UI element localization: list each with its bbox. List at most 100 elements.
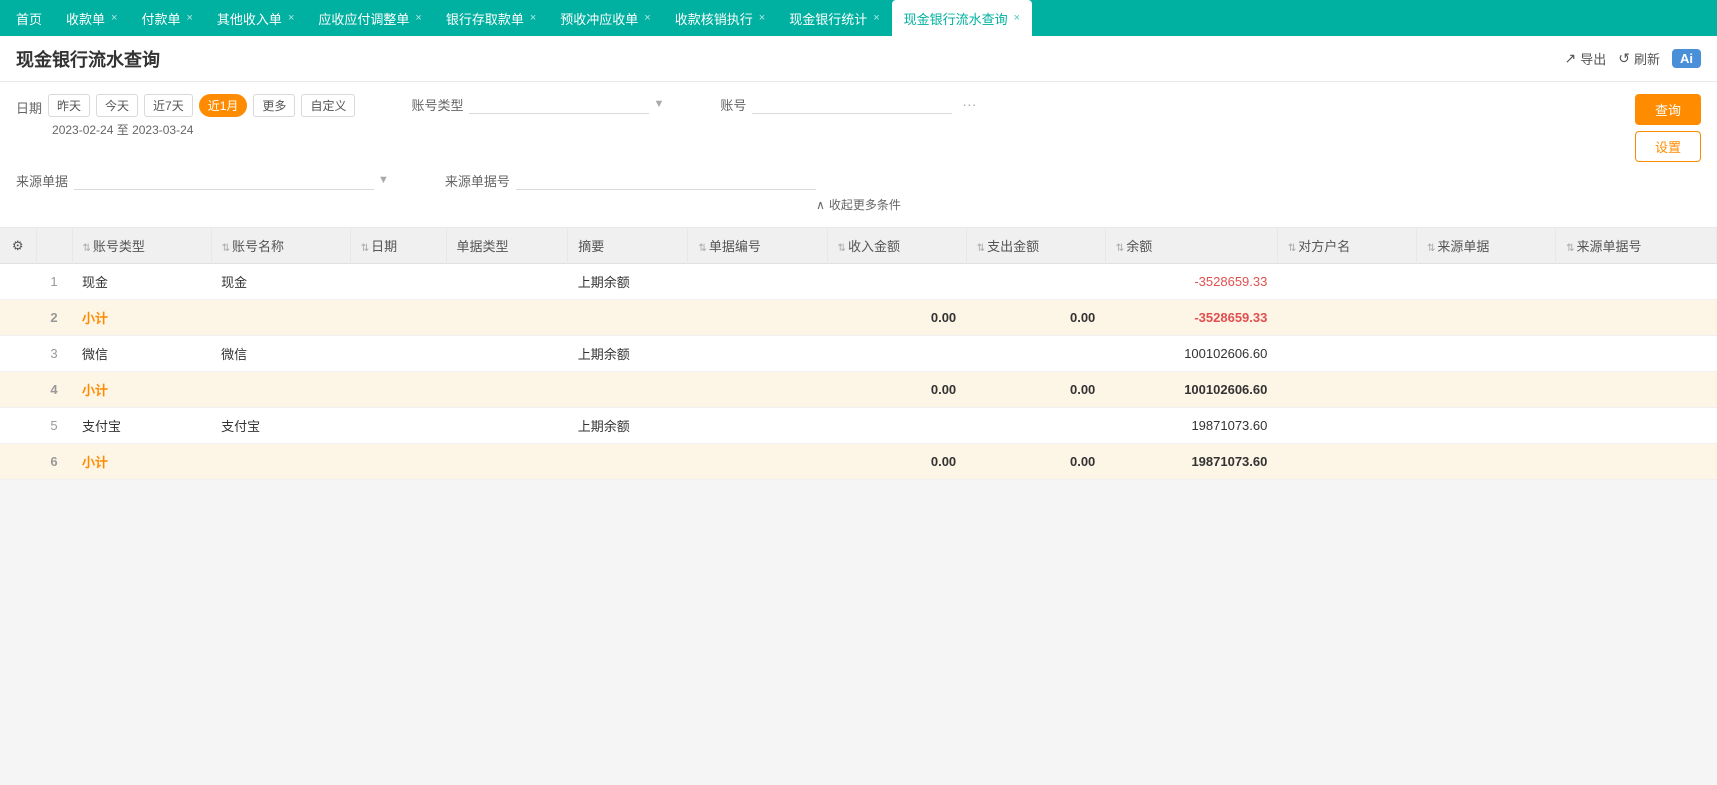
data-table: ⚙ ⇅账号类型 ⇅账号名称 ⇅日期 单据类型 摘要 ⇅单据编号 ⇅收入金额 ⇅支… — [0, 228, 1717, 480]
date-custom[interactable]: 自定义 — [301, 94, 355, 117]
close-receipt-icon[interactable]: × — [111, 12, 117, 24]
nav-cash-stats[interactable]: 现金银行统计 × — [777, 0, 891, 36]
col-counterparty[interactable]: ⇅对方户名 — [1277, 228, 1416, 264]
row-income-0 — [827, 264, 966, 300]
account-type-chevron-icon: ▼ — [653, 98, 664, 110]
row-income-3: 0.00 — [827, 372, 966, 408]
row-expense-4 — [966, 408, 1105, 444]
row-expense-2 — [966, 336, 1105, 372]
row-source-doc-4 — [1416, 408, 1555, 444]
row-seq-3: 4 — [36, 372, 72, 408]
refresh-icon: ↺ — [1618, 50, 1630, 67]
row-balance-3: 100102606.60 — [1105, 372, 1277, 408]
refresh-button[interactable]: ↺ 刷新 — [1618, 49, 1660, 68]
col-gear[interactable]: ⚙ — [0, 228, 36, 264]
date-7days[interactable]: 近7天 — [144, 94, 193, 117]
close-bank-deposit-icon[interactable]: × — [530, 12, 536, 24]
table-header-row: ⚙ ⇅账号类型 ⇅账号名称 ⇅日期 单据类型 摘要 ⇅单据编号 ⇅收入金额 ⇅支… — [0, 228, 1717, 264]
col-account-name[interactable]: ⇅账号名称 — [211, 228, 350, 264]
account-input[interactable] — [752, 94, 952, 114]
row-source-doc-no-5 — [1556, 444, 1717, 480]
row-account-name-0: 现金 — [211, 264, 350, 300]
col-expense[interactable]: ⇅支出金额 — [966, 228, 1105, 264]
row-summary-4: 上期余额 — [568, 408, 688, 444]
col-date[interactable]: ⇅日期 — [350, 228, 446, 264]
row-source-doc-0 — [1416, 264, 1555, 300]
row-doc-type-3 — [446, 372, 568, 408]
account-type-label: 账号类型 — [411, 95, 463, 114]
row-source-doc-2 — [1416, 336, 1555, 372]
col-account-type[interactable]: ⇅账号类型 — [72, 228, 211, 264]
date-today[interactable]: 今天 — [96, 94, 138, 117]
source-doc-select-wrapper: ▼ — [74, 170, 389, 190]
nav-receipt[interactable]: 收款单 × — [54, 0, 129, 36]
row-expense-5: 0.00 — [966, 444, 1105, 480]
col-doc-no[interactable]: ⇅单据编号 — [688, 228, 827, 264]
date-1month[interactable]: 近1月 — [199, 94, 248, 117]
row-counterparty-2 — [1277, 336, 1416, 372]
row-summary-2: 上期余额 — [568, 336, 688, 372]
row-income-4 — [827, 408, 966, 444]
nav-bank-deposit[interactable]: 银行存取款单 × — [434, 0, 548, 36]
table-row: 1 现金 现金 上期余额 -3528659.33 — [0, 264, 1717, 300]
row-account-name-2: 微信 — [211, 336, 350, 372]
close-collection-icon[interactable]: × — [759, 12, 765, 24]
close-advance-icon[interactable]: × — [644, 12, 650, 24]
close-cash-flow-icon[interactable]: × — [1014, 12, 1020, 24]
row-counterparty-1 — [1277, 300, 1416, 336]
row-account-name-5 — [211, 444, 350, 480]
ai-button[interactable]: Ai — [1672, 49, 1701, 68]
row-balance-2: 100102606.60 — [1105, 336, 1277, 372]
source-doc-label: 来源单据 — [16, 171, 68, 190]
nav-home[interactable]: 首页 — [4, 0, 54, 36]
header-actions: ↗ 导出 ↺ 刷新 Ai — [1565, 49, 1702, 68]
row-doc-no-4 — [688, 408, 827, 444]
account-type-select[interactable]: 现金 微信 支付宝 — [469, 94, 649, 114]
settings-button[interactable]: 设置 — [1635, 131, 1701, 162]
nav-advance[interactable]: 预收冲应收单 × — [548, 0, 662, 36]
row-doc-no-0 — [688, 264, 827, 300]
col-source-doc[interactable]: ⇅来源单据 — [1416, 228, 1555, 264]
row-summary-0: 上期余额 — [568, 264, 688, 300]
source-doc-select[interactable] — [74, 170, 374, 190]
date-yesterday[interactable]: 昨天 — [48, 94, 90, 117]
table-row: 2 小计 0.00 0.00 -3528659.33 — [0, 300, 1717, 336]
row-income-2 — [827, 336, 966, 372]
date-options: 昨天 今天 近7天 近1月 更多 自定义 — [48, 94, 355, 117]
query-button[interactable]: 查询 — [1635, 94, 1701, 125]
nav-collection[interactable]: 收款核销执行 × — [663, 0, 777, 36]
col-income[interactable]: ⇅收入金额 — [827, 228, 966, 264]
row-doc-type-5 — [446, 444, 568, 480]
date-more[interactable]: 更多 — [253, 94, 295, 117]
row-date-2 — [350, 336, 446, 372]
nav-other-income[interactable]: 其他收入单 × — [205, 0, 306, 36]
row-source-doc-no-0 — [1556, 264, 1717, 300]
row-doc-type-2 — [446, 336, 568, 372]
close-cash-stats-icon[interactable]: × — [873, 12, 879, 24]
row-summary-1 — [568, 300, 688, 336]
col-doc-type: 单据类型 — [446, 228, 568, 264]
row-doc-type-0 — [446, 264, 568, 300]
row-seq-4: 5 — [36, 408, 72, 444]
close-ar-ap-icon[interactable]: × — [415, 12, 421, 24]
close-other-income-icon[interactable]: × — [288, 12, 294, 24]
account-more-icon[interactable]: ··· — [962, 96, 976, 112]
collapse-bar[interactable]: ∧ 收起更多条件 — [16, 192, 1701, 215]
nav-ar-ap[interactable]: 应收应付调整单 × — [306, 0, 433, 36]
account-label: 账号 — [720, 95, 746, 114]
row-expense-0 — [966, 264, 1105, 300]
col-source-doc-no[interactable]: ⇅来源单据号 — [1556, 228, 1717, 264]
date-label: 日期 — [16, 98, 42, 117]
row-source-doc-3 — [1416, 372, 1555, 408]
account-type-select-wrapper: 现金 微信 支付宝 ▼ — [469, 94, 664, 114]
nav-payment[interactable]: 付款单 × — [129, 0, 204, 36]
source-doc-num-input[interactable] — [516, 170, 816, 190]
close-payment-icon[interactable]: × — [186, 12, 192, 24]
row-account-type-5: 小计 — [72, 444, 211, 480]
row-account-name-1 — [211, 300, 350, 336]
nav-cash-flow[interactable]: 现金银行流水查询 × — [892, 0, 1032, 36]
row-balance-4: 19871073.60 — [1105, 408, 1277, 444]
export-button[interactable]: ↗ 导出 — [1565, 49, 1607, 68]
col-balance[interactable]: ⇅余额 — [1105, 228, 1277, 264]
row-gear-4 — [0, 408, 36, 444]
